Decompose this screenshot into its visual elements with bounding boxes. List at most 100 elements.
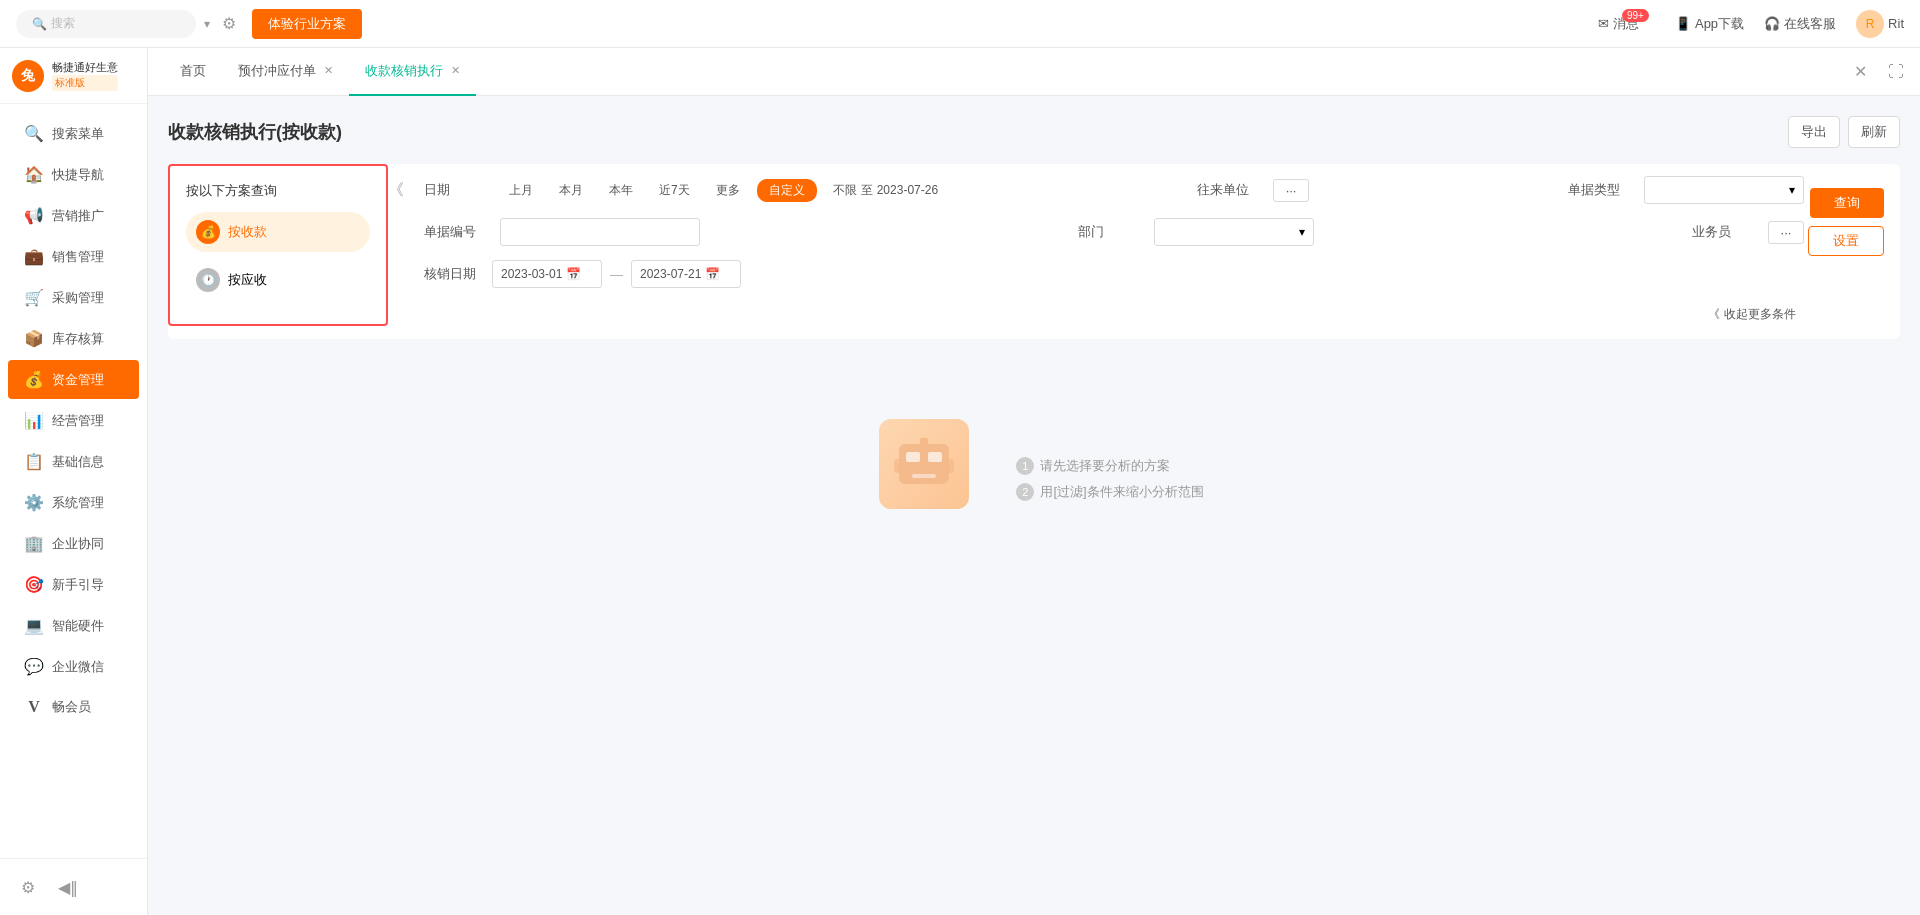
tab-home-label: 首页	[180, 62, 206, 80]
filter-option-receipt[interactable]: 💰 按收款	[186, 212, 370, 252]
receipt-option-icon: 💰	[196, 220, 220, 244]
empty-icon-box	[879, 419, 969, 509]
message-icon: ✉	[1598, 16, 1609, 31]
search-box[interactable]: 🔍 搜索	[16, 10, 196, 38]
filter-fields-panel: 日期 上月 本月 本年 近7天 更多 自定义	[408, 164, 1900, 339]
sidebar-collapse-button[interactable]: ◀‖	[52, 871, 84, 903]
dropdown-arrow-icon[interactable]: ▾	[204, 17, 210, 31]
date-btn-this-month[interactable]: 本月	[550, 178, 592, 203]
page-content: 收款核销执行(按收款) 导出 刷新 按以下方案查询 💰 按收款 🕐	[148, 96, 1920, 915]
sidebar-item-marketing[interactable]: 📢 营销推广	[8, 196, 139, 235]
page-title: 收款核销执行(按收款)	[168, 120, 342, 144]
query-button[interactable]: 查询	[1810, 188, 1884, 218]
dept-select[interactable]: ▾	[1154, 218, 1314, 246]
sidebar-item-quicknav[interactable]: 🏠 快捷导航	[8, 155, 139, 194]
industry-solution-button[interactable]: 体验行业方案	[252, 9, 362, 39]
chevron-down-icon: ▾	[1299, 225, 1305, 239]
filter-verif-date-row: 核销日期 2023-03-01 📅 — 2023-07-21 📅	[424, 260, 1804, 288]
sidebar-item-label: 畅会员	[52, 698, 91, 716]
date-btn-this-year[interactable]: 本年	[600, 178, 642, 203]
sidebar-item-label: 经营管理	[52, 412, 104, 430]
tab-prepay-label: 预付冲应付单	[238, 62, 316, 80]
staff-input[interactable]: ···	[1768, 221, 1804, 244]
logo-text-block: 畅捷通好生意 标准版	[52, 60, 118, 90]
tab-prepay[interactable]: 预付冲应付单 ✕	[222, 48, 349, 96]
user-profile-button[interactable]: R Rit	[1856, 10, 1904, 38]
date-btn-more[interactable]: 更多	[707, 178, 749, 203]
sidebar-item-inventory[interactable]: 📦 库存核算	[8, 319, 139, 358]
sidebar-item-guide[interactable]: 🎯 新手引导	[8, 565, 139, 604]
sidebar-item-basicinfo[interactable]: 📋 基础信息	[8, 442, 139, 481]
counterparty-label: 往来单位	[1197, 181, 1257, 199]
sidebar-item-label: 采购管理	[52, 289, 104, 307]
svg-rect-5	[894, 459, 902, 473]
sidebar-item-member[interactable]: V 畅会员	[8, 688, 139, 726]
sidebar-item-label: 企业微信	[52, 658, 104, 676]
sidebar-item-label: 基础信息	[52, 453, 104, 471]
guide-icon: 🎯	[24, 575, 44, 594]
sidebar-item-system[interactable]: ⚙️ 系统管理	[8, 483, 139, 522]
app-download-button[interactable]: 📱 App下载	[1675, 15, 1744, 33]
date-btn-7days[interactable]: 近7天	[650, 178, 699, 203]
svg-rect-3	[912, 474, 936, 478]
sidebar-nav: 🔍 搜索菜单 🏠 快捷导航 📢 营销推广 💼 销售管理 🛒 采购管理 📦	[0, 104, 147, 858]
logo-icon: 兔	[12, 60, 44, 92]
avatar: R	[1856, 10, 1884, 38]
sidebar-item-sales[interactable]: 💼 销售管理	[8, 237, 139, 276]
verif-date-label: 核销日期	[424, 265, 484, 283]
sidebar-item-label: 营销推广	[52, 207, 104, 225]
chevron-down-icon: ▾	[1789, 183, 1795, 197]
settings-gear-icon[interactable]: ⚙	[222, 14, 236, 33]
tab-collect-close-icon[interactable]: ✕	[451, 64, 460, 77]
sidebar: 兔 畅捷通好生意 标准版 🔍 搜索菜单 🏠 快捷导航 📢 营销推广 💼 销售管理	[0, 48, 148, 915]
doc-no-label: 单据编号	[424, 223, 484, 241]
content-area: 首页 预付冲应付单 ✕ 收款核销执行 ✕ ✕ ⛶ 收款核销执行(按收款) 导出	[148, 48, 1920, 915]
sidebar-item-enterprise[interactable]: 🏢 企业协同	[8, 524, 139, 563]
verif-date-start-input[interactable]: 2023-03-01 📅	[492, 260, 602, 288]
top-bar-left: 🔍 搜索 ▾ ⚙ 体验行业方案	[16, 9, 1598, 39]
svg-rect-2	[928, 452, 942, 462]
hardware-icon: 💻	[24, 616, 44, 635]
tab-expand-button[interactable]: ⛶	[1880, 56, 1912, 88]
sidebar-item-hardware[interactable]: 💻 智能硬件	[8, 606, 139, 645]
verif-date-end-input[interactable]: 2023-07-21 📅	[631, 260, 741, 288]
date-btn-custom[interactable]: 自定义	[757, 179, 817, 202]
export-button[interactable]: 导出	[1788, 116, 1840, 148]
sidebar-item-finance[interactable]: 💰 资金管理	[8, 360, 139, 399]
date-btn-last-month[interactable]: 上月	[500, 178, 542, 203]
online-service-button[interactable]: 🎧 在线客服	[1764, 15, 1836, 33]
sidebar-item-wechat[interactable]: 💬 企业微信	[8, 647, 139, 686]
sidebar-item-operations[interactable]: 📊 经营管理	[8, 401, 139, 440]
sidebar-item-label: 快捷导航	[52, 166, 104, 184]
filter-collapse-left-button[interactable]: 《	[388, 164, 408, 201]
refresh-button[interactable]: 刷新	[1848, 116, 1900, 148]
filter-option-receivable[interactable]: 🕐 按应收	[186, 260, 370, 300]
dept-label: 部门	[1078, 223, 1138, 241]
doc-type-select[interactable]: ▾	[1644, 176, 1804, 204]
page-header-actions: 导出 刷新	[1788, 116, 1900, 148]
counterparty-input[interactable]: ···	[1273, 179, 1309, 202]
receivable-option-icon: 🕐	[196, 268, 220, 292]
tab-close-all-button[interactable]: ✕	[1844, 56, 1876, 88]
tab-home[interactable]: 首页	[164, 48, 222, 96]
sidebar-item-search[interactable]: 🔍 搜索菜单	[8, 114, 139, 153]
sidebar-item-label: 搜索菜单	[52, 125, 104, 143]
collapse-more-button[interactable]: 《 收起更多条件	[424, 302, 1804, 327]
calendar-end-icon: 📅	[705, 267, 720, 281]
empty-text-block: 1 请先选择要分析的方案 2 用[过滤]条件来缩小分析范围	[1016, 453, 1203, 505]
settings-button[interactable]: 设置	[1808, 226, 1884, 256]
sidebar-item-purchase[interactable]: 🛒 采购管理	[8, 278, 139, 317]
empty-illustration	[864, 419, 984, 539]
sidebar-settings-button[interactable]: ⚙	[12, 871, 44, 903]
staff-label: 业务员	[1692, 223, 1752, 241]
tab-collect[interactable]: 收款核销执行 ✕	[349, 48, 476, 96]
messages-button[interactable]: ✉ 消息 99+	[1598, 15, 1639, 33]
right-actions-col: 查询 设置	[1804, 176, 1884, 256]
receivable-option-label: 按应收	[228, 271, 267, 289]
basicinfo-icon: 📋	[24, 452, 44, 471]
doc-no-input[interactable]	[500, 218, 700, 246]
tab-prepay-close-icon[interactable]: ✕	[324, 64, 333, 77]
system-icon: ⚙️	[24, 493, 44, 512]
messages-badge: 99+	[1622, 9, 1649, 22]
date-end-text: 2023-07-26	[877, 183, 938, 197]
